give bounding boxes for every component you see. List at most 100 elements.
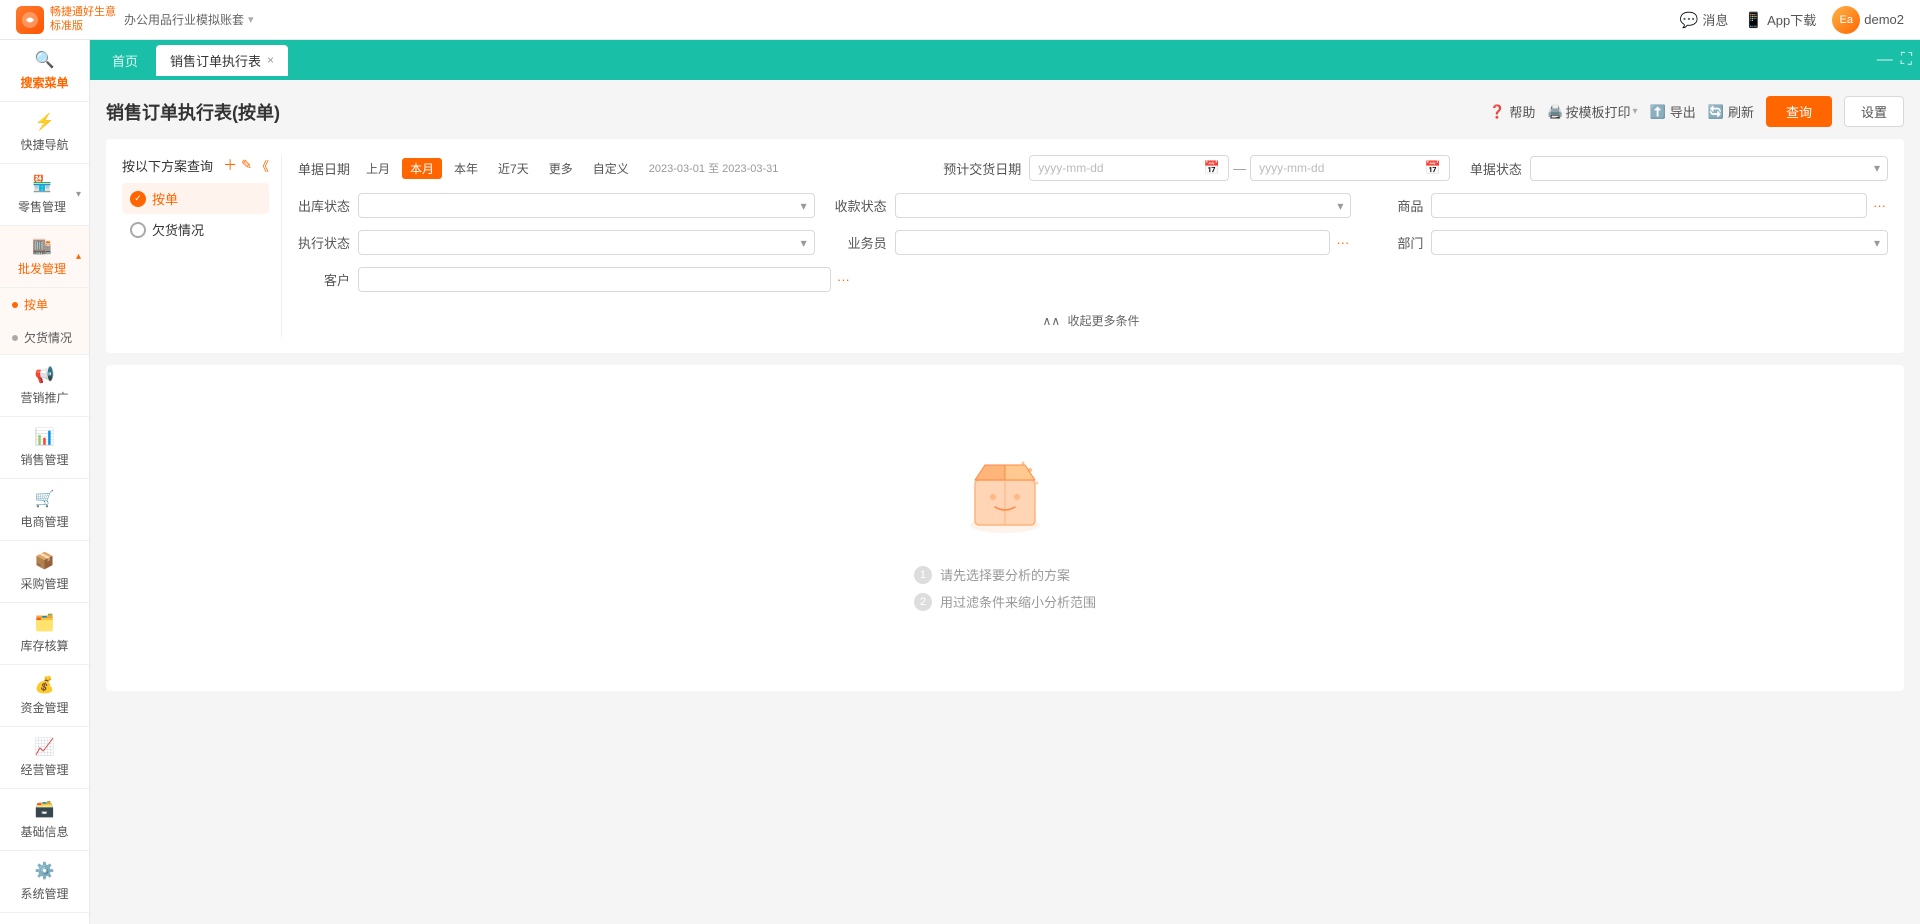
- print-button[interactable]: 🖨️ 按模板打印 ▾: [1547, 102, 1637, 121]
- message-icon: 💬: [1680, 11, 1699, 29]
- status-control: [1530, 156, 1888, 181]
- sidebar-item-wholesale[interactable]: 🏬 批发管理 ▴: [0, 226, 89, 288]
- scheme-item-按单[interactable]: ✓ 按单: [122, 183, 269, 214]
- product-more-icon[interactable]: ···: [1871, 194, 1888, 217]
- refresh-button[interactable]: 🔄 刷新: [1708, 102, 1754, 121]
- inventory-icon: 🗂️: [35, 613, 55, 633]
- tab-sales-order[interactable]: 销售订单执行表 ×: [156, 45, 288, 76]
- filter-group-receipt: 收款状态: [831, 193, 1352, 218]
- edit-scheme-icon[interactable]: ✎: [241, 157, 252, 173]
- wholesale-icon: 🏬: [32, 236, 52, 256]
- scheme-item-欠货情况[interactable]: 欠货情况: [122, 214, 269, 245]
- date-tab-last-month[interactable]: 上月: [358, 158, 398, 179]
- tab-home[interactable]: 首页: [98, 45, 152, 76]
- outbound-select-wrapper: [358, 193, 815, 218]
- expected-date-to[interactable]: yyyy-mm-dd 📅: [1250, 155, 1450, 181]
- dept-select[interactable]: [1431, 230, 1888, 255]
- logo-text: 畅捷通好生意 标准版: [50, 6, 116, 32]
- wholesale-expand-icon: ▴: [76, 251, 81, 262]
- tab-close-icon[interactable]: ×: [267, 53, 274, 67]
- export-button[interactable]: ⬆️ 导出: [1650, 102, 1696, 121]
- filter-group-customer: 客户 ···: [294, 267, 852, 292]
- filter-group-expected-date: 预计交货日期 yyyy-mm-dd 📅 —: [943, 155, 1450, 181]
- salesrep-input[interactable]: [895, 230, 1331, 255]
- submenu-item-按单[interactable]: 按单: [0, 288, 89, 321]
- status-label: 单据状态: [1466, 159, 1522, 178]
- page-title-bar: 销售订单执行表(按单) ❓ 帮助 🖨️ 按模板打印 ▾ ⬆️ 导出: [106, 96, 1904, 127]
- product-control: ···: [1431, 193, 1888, 218]
- scheme-inactive-icon: [130, 222, 146, 238]
- settings-button[interactable]: 设置: [1844, 96, 1904, 127]
- app-download-button[interactable]: 📱 App下载: [1744, 10, 1816, 29]
- outbound-label: 出库状态: [294, 196, 350, 215]
- date-range-text: 2023-03-01 至 2023-03-31: [649, 160, 779, 176]
- sidebar-item-purchase[interactable]: 📦 采购管理: [0, 541, 89, 603]
- scheme-actions: ＋ ✎ 《: [223, 155, 269, 175]
- filter-group-status: 单据状态: [1466, 156, 1888, 181]
- sidebar-item-ecommerce[interactable]: 🛒 电商管理: [0, 479, 89, 541]
- breadcrumb-dropdown[interactable]: ▾: [248, 13, 254, 26]
- receipt-select[interactable]: [895, 193, 1352, 218]
- dept-select-wrapper: [1431, 230, 1888, 255]
- tab-expand-icon[interactable]: ⛶: [1901, 51, 1912, 69]
- date-tab-this-month[interactable]: 本月: [402, 158, 442, 179]
- sidebar-item-retail[interactable]: 🏪 零售管理 ▾: [0, 164, 89, 226]
- sidebar-item-system[interactable]: ⚙️ 系统管理: [0, 851, 89, 913]
- outbound-select[interactable]: [358, 193, 815, 218]
- user-menu[interactable]: Ea demo2: [1832, 6, 1904, 34]
- sidebar-item-quicknav[interactable]: ⚡ 快捷导航: [0, 102, 89, 164]
- salesrep-more-icon[interactable]: ···: [1334, 231, 1351, 254]
- finance-icon: 💰: [35, 675, 55, 695]
- product-input[interactable]: [1431, 193, 1867, 218]
- execstatus-control: [358, 230, 815, 255]
- date-separator: —: [1233, 161, 1246, 176]
- tab-minimize-icon[interactable]: —: [1877, 51, 1893, 69]
- filter-row-4: 客户 ···: [294, 267, 1888, 292]
- salesrep-label: 业务员: [831, 233, 887, 252]
- avatar: Ea: [1832, 6, 1860, 34]
- product-label: 商品: [1367, 196, 1423, 215]
- expected-date-from[interactable]: yyyy-mm-dd 📅: [1029, 155, 1229, 181]
- execstatus-select-wrapper: [358, 230, 815, 255]
- export-icon: ⬆️: [1650, 104, 1666, 120]
- add-scheme-icon[interactable]: ＋: [223, 155, 237, 175]
- date-tab-more[interactable]: 更多: [541, 158, 581, 179]
- expected-date-control: yyyy-mm-dd 📅 — yyyy-mm-dd 📅: [1029, 155, 1450, 181]
- message-button[interactable]: 💬 消息: [1680, 10, 1729, 29]
- customer-more-icon[interactable]: ···: [835, 268, 852, 291]
- execstatus-select[interactable]: [358, 230, 815, 255]
- customer-input[interactable]: [358, 267, 831, 292]
- calendar-to-icon: 📅: [1425, 160, 1441, 176]
- submenu-item-欠货情况[interactable]: 欠货情况: [0, 321, 89, 354]
- page-content: 销售订单执行表(按单) ❓ 帮助 🖨️ 按模板打印 ▾ ⬆️ 导出: [90, 80, 1920, 924]
- help-button[interactable]: ❓ 帮助: [1489, 102, 1535, 121]
- date-tab-7days[interactable]: 近7天: [490, 158, 537, 179]
- filter-group-date: 单据日期 上月 本月 本年 近7天 更多 自定义: [294, 158, 927, 179]
- sidebar-item-sales[interactable]: 📊 销售管理: [0, 417, 89, 479]
- sidebar-item-inventory[interactable]: 🗂️ 库存核算: [0, 603, 89, 665]
- sidebar-item-finance[interactable]: 💰 资金管理: [0, 665, 89, 727]
- customer-label: 客户: [294, 270, 350, 289]
- date-tab-this-year[interactable]: 本年: [446, 158, 486, 179]
- date-tab-custom[interactable]: 自定义: [585, 158, 637, 179]
- sidebar-search[interactable]: 🔍 搜索菜单: [0, 40, 89, 102]
- header-right: 💬 消息 📱 App下载 Ea demo2: [1680, 6, 1904, 34]
- query-button[interactable]: 查询: [1766, 96, 1832, 127]
- collapse-sidebar-icon[interactable]: 《: [256, 156, 269, 175]
- sidebar-item-basics[interactable]: 🗃️ 基础信息: [0, 789, 89, 851]
- top-header: 畅捷通好生意 标准版 办公用品行业模拟账套 ▾ 💬 消息 📱 App下载 Ea …: [0, 0, 1920, 40]
- management-icon: 📈: [35, 737, 55, 757]
- quicknav-icon: ⚡: [35, 112, 55, 132]
- collapse-bar[interactable]: ∧∧ 收起更多条件: [294, 304, 1888, 337]
- inactive-dot: [12, 335, 18, 341]
- filter-scheme-sidebar: 按以下方案查询 ＋ ✎ 《 ✓ 按单: [122, 155, 282, 337]
- status-select[interactable]: [1530, 156, 1888, 181]
- ecommerce-icon: 🛒: [35, 489, 55, 509]
- date-tabs: 上月 本月 本年 近7天 更多 自定义: [358, 158, 637, 179]
- sidebar-item-marketing[interactable]: 📢 营销推广: [0, 355, 89, 417]
- sidebar-item-management[interactable]: 📈 经营管理: [0, 727, 89, 789]
- sidebar-item-collab[interactable]: 🤝 企业协同: [0, 913, 89, 924]
- filter-row-3: 执行状态: [294, 230, 1888, 255]
- empty-illustration: [955, 445, 1055, 545]
- expected-date-label: 预计交货日期: [943, 159, 1021, 178]
